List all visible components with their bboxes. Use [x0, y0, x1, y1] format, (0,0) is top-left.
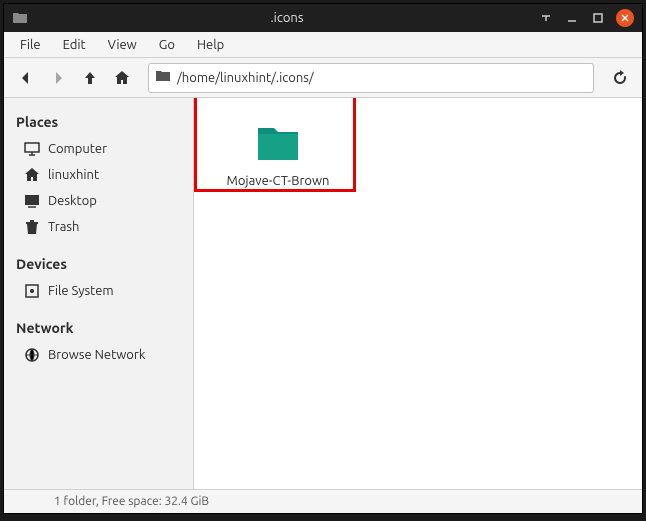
- disk-icon: [24, 283, 40, 299]
- sidebar-item-label: File System: [48, 284, 114, 298]
- sidebar-item-label: linuxhint: [48, 168, 99, 182]
- sidebar-heading: Places: [4, 108, 193, 136]
- sidebar-section-places: Places Computer linuxhint Desktop Trash: [4, 108, 193, 240]
- minimize-button[interactable]: [564, 10, 580, 26]
- home-icon: [24, 167, 40, 183]
- sidebar-item-label: Computer: [48, 142, 107, 156]
- status-text: 1 folder, Free space: 32.4 GiB: [54, 495, 209, 508]
- back-button[interactable]: [12, 64, 40, 92]
- titlebar: .icons: [4, 4, 642, 32]
- folder-item[interactable]: Mojave-CT-Brown: [208, 112, 348, 196]
- menubar: File Edit View Go Help: [4, 32, 642, 58]
- path-bar[interactable]: /home/linuxhint/.icons/: [148, 63, 594, 93]
- trash-icon: [24, 219, 40, 235]
- path-text: /home/linuxhint/.icons/: [177, 71, 587, 85]
- sidebar-item-label: Trash: [48, 220, 79, 234]
- sidebar-item-label: Desktop: [48, 194, 97, 208]
- close-button[interactable]: [616, 9, 634, 27]
- menu-edit[interactable]: Edit: [53, 35, 96, 55]
- up-button[interactable]: [76, 64, 104, 92]
- refresh-button[interactable]: [606, 64, 634, 92]
- menu-file[interactable]: File: [10, 35, 51, 55]
- toolbar: /home/linuxhint/.icons/: [4, 58, 642, 98]
- desktop-icon: [24, 193, 40, 209]
- folder-label: Mojave-CT-Brown: [227, 174, 330, 188]
- menu-icon[interactable]: [538, 10, 554, 26]
- sidebar-item-desktop[interactable]: Desktop: [4, 188, 193, 214]
- sidebar-heading: Devices: [4, 250, 193, 278]
- menu-view[interactable]: View: [98, 35, 147, 55]
- folder-icon: [254, 120, 302, 168]
- folder-icon: [155, 68, 171, 88]
- computer-icon: [24, 141, 40, 157]
- home-button[interactable]: [108, 64, 136, 92]
- sidebar-section-devices: Devices File System: [4, 250, 193, 304]
- sidebar: Places Computer linuxhint Desktop Trash: [4, 98, 194, 489]
- sidebar-item-home[interactable]: linuxhint: [4, 162, 193, 188]
- statusbar: 1 folder, Free space: 32.4 GiB: [4, 489, 642, 513]
- maximize-button[interactable]: [590, 10, 606, 26]
- window-title: .icons: [36, 11, 538, 25]
- network-icon: [24, 347, 40, 363]
- sidebar-item-filesystem[interactable]: File System: [4, 278, 193, 304]
- window-controls: [538, 9, 634, 27]
- folder-icon: [12, 10, 28, 26]
- menu-help[interactable]: Help: [187, 35, 234, 55]
- sidebar-section-network: Network Browse Network: [4, 314, 193, 368]
- forward-button[interactable]: [44, 64, 72, 92]
- file-manager-window: .icons File Edit View Go Help: [4, 4, 642, 513]
- main-view[interactable]: Mojave-CT-Brown: [194, 98, 642, 489]
- sidebar-item-browse-network[interactable]: Browse Network: [4, 342, 193, 368]
- sidebar-item-computer[interactable]: Computer: [4, 136, 193, 162]
- content-area: Places Computer linuxhint Desktop Trash: [4, 98, 642, 489]
- sidebar-item-label: Browse Network: [48, 348, 145, 362]
- menu-go[interactable]: Go: [149, 35, 185, 55]
- sidebar-item-trash[interactable]: Trash: [4, 214, 193, 240]
- sidebar-heading: Network: [4, 314, 193, 342]
